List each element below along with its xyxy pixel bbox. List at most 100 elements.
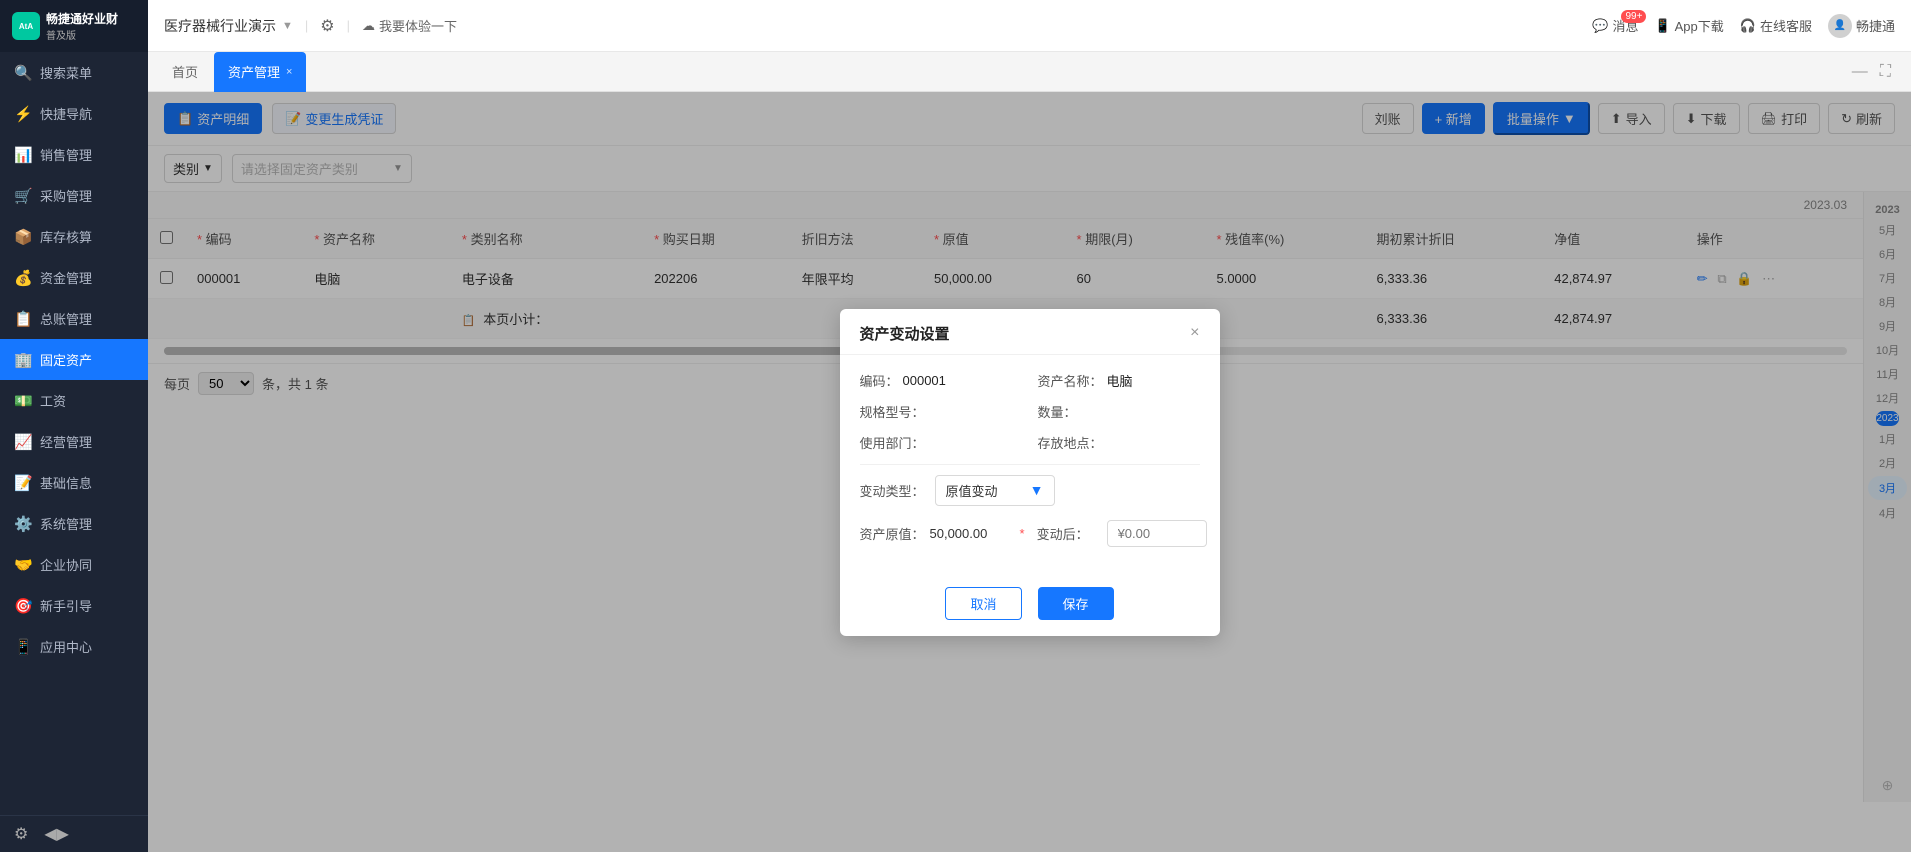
phone-icon: 📱 [1654,18,1670,34]
topbar: 医疗器械行业演示 ▼ | ⚙ | ☁ 我要体验一下 💬 消息 99+ 📱 App… [148,0,1911,52]
modal-close-btn[interactable]: × [1190,324,1199,342]
after-required: * [1020,526,1025,541]
purchase-icon: 🛒 [14,187,32,205]
quick-nav-icon: ⚡ [14,105,32,123]
collapse-icon[interactable]: ◀▶ [44,824,69,844]
window-maximize-icon[interactable]: ⛶ [1876,63,1895,81]
online-service-label: 在线客服 [1760,16,1812,35]
message-button[interactable]: 💬 消息 99+ [1592,16,1638,35]
sidebar-item-sales[interactable]: 📊 销售管理 [0,134,148,175]
sidebar-operation-label: 经营管理 [40,432,92,451]
location-label: 存放地点： [1038,433,1103,452]
sidebar-basic-info-label: 基础信息 [40,473,92,492]
sidebar-sales-label: 销售管理 [40,145,92,164]
enterprise-icon: 🤝 [14,556,32,574]
change-type-dropdown-icon: ▼ [1030,482,1044,498]
app-center-icon: 📱 [14,638,32,656]
field-dept: 使用部门： [860,433,1022,452]
sidebar-item-guide[interactable]: 🎯 新手引导 [0,585,148,626]
sidebar-item-search[interactable]: 🔍 搜索菜单 [0,52,148,93]
dept-label: 使用部门： [860,433,925,452]
sidebar-item-salary[interactable]: 💵 工资 [0,380,148,421]
sidebar-item-fixed-asset[interactable]: 🏢 固定资产 [0,339,148,380]
modal-header: 资产变动设置 × [840,309,1220,355]
username-label: 畅捷通 [1856,16,1895,35]
asset-name-label: 资产名称： [1038,371,1103,390]
message-icon: 💬 [1592,18,1608,34]
sidebar-search-label: 搜索菜单 [40,63,92,82]
quantity-label: 数量： [1038,402,1077,421]
sidebar-item-inventory[interactable]: 📦 库存核算 [0,216,148,257]
online-service-button[interactable]: 🎧 在线客服 [1740,16,1812,35]
sidebar-item-fund[interactable]: 💰 资金管理 [0,257,148,298]
settings-icon[interactable]: ⚙ [14,824,28,844]
cancel-button[interactable]: 取消 [945,587,1021,620]
modal-overlay: 资产变动设置 × 编码： 000001 资产名称： 电脑 [148,92,1911,852]
window-minimize-icon[interactable]: — [1848,63,1872,81]
logo-icon: AtA [12,12,40,40]
change-type-row: 变动类型： 原值变动 ▼ [860,475,1200,506]
logo-text-area: 畅捷通好业财 普及版 [46,10,118,42]
sidebar-item-operation[interactable]: 📈 经营管理 [0,421,148,462]
sidebar-logo: AtA 畅捷通好业财 普及版 [0,0,148,52]
experience-button[interactable]: ☁ 我要体验一下 [362,16,457,35]
cloud-icon: ☁ [362,18,375,34]
change-type-value: 原值变动 [946,481,998,500]
company-name: 医疗器械行业演示 [164,16,276,36]
modal-row-1: 编码： 000001 资产名称： 电脑 [860,371,1200,390]
user-menu[interactable]: 👤 畅捷通 [1828,14,1895,38]
change-type-select[interactable]: 原值变动 ▼ [935,475,1055,506]
sidebar-fund-label: 资金管理 [40,268,92,287]
tab-asset-management[interactable]: 资产管理 × [214,52,306,92]
sidebar-inventory-label: 库存核算 [40,227,92,246]
after-value-input[interactable] [1107,520,1207,547]
sidebar-item-quick-nav[interactable]: ⚡ 快捷导航 [0,93,148,134]
field-spec: 规格型号： [860,402,1022,421]
search-icon: 🔍 [14,64,32,82]
inventory-icon: 📦 [14,228,32,246]
original-value-display: 50,000.00 [930,526,1010,541]
sales-icon: 📊 [14,146,32,164]
company-selector[interactable]: 医疗器械行业演示 ▼ [164,16,293,36]
tabbar: 首页 资产管理 × — ⛶ [148,52,1911,92]
logo-badge: 普及版 [46,27,118,42]
topbar-divider: | [305,18,308,33]
sidebar-salary-label: 工资 [40,391,66,410]
save-button[interactable]: 保存 [1038,587,1114,620]
tab-close-icon[interactable]: × [286,66,292,78]
code-value: 000001 [903,373,946,388]
after-label: 变动后： [1037,524,1097,543]
tab-home-label: 首页 [172,62,198,81]
field-location: 存放地点： [1038,433,1200,452]
modal-body: 编码： 000001 资产名称： 电脑 规格型号： [840,355,1220,577]
modal-row-2: 规格型号： 数量： [860,402,1200,421]
app-download-button[interactable]: 📱 App下载 [1654,16,1723,35]
field-asset-name: 资产名称： 电脑 [1038,371,1200,390]
guide-icon: 🎯 [14,597,32,615]
sidebar-item-app-center[interactable]: 📱 应用中心 [0,626,148,667]
original-value-label: 资产原值： [860,524,920,543]
sidebar-item-enterprise[interactable]: 🤝 企业协同 [0,544,148,585]
code-label: 编码： [860,371,899,390]
asset-change-modal: 资产变动设置 × 编码： 000001 资产名称： 电脑 [840,309,1220,636]
fixed-asset-icon: 🏢 [14,351,32,369]
spec-label: 规格型号： [860,402,925,421]
avatar: 👤 [1828,14,1852,38]
field-code: 编码： 000001 [860,371,1022,390]
tab-active-label: 资产管理 [228,62,280,81]
sidebar-item-basic-info[interactable]: 📝 基础信息 [0,462,148,503]
logo-abbr: AtA [19,22,33,31]
sidebar-item-system[interactable]: ⚙️ 系统管理 [0,503,148,544]
sidebar-purchase-label: 采购管理 [40,186,92,205]
modal-title: 资产变动设置 [860,323,950,344]
message-badge: 99+ [1621,10,1646,23]
sidebar-item-purchase[interactable]: 🛒 采购管理 [0,175,148,216]
sidebar-nav: 🔍 搜索菜单 ⚡ 快捷导航 📊 销售管理 🛒 采购管理 📦 库存核算 💰 [0,52,148,815]
sidebar-app-center-label: 应用中心 [40,637,92,656]
ledger-icon: 📋 [14,310,32,328]
topbar-settings-icon[interactable]: ⚙ [320,16,334,36]
sidebar-item-ledger[interactable]: 📋 总账管理 [0,298,148,339]
system-icon: ⚙️ [14,515,32,533]
experience-text: 我要体验一下 [379,16,457,35]
tab-home[interactable]: 首页 [156,52,214,92]
